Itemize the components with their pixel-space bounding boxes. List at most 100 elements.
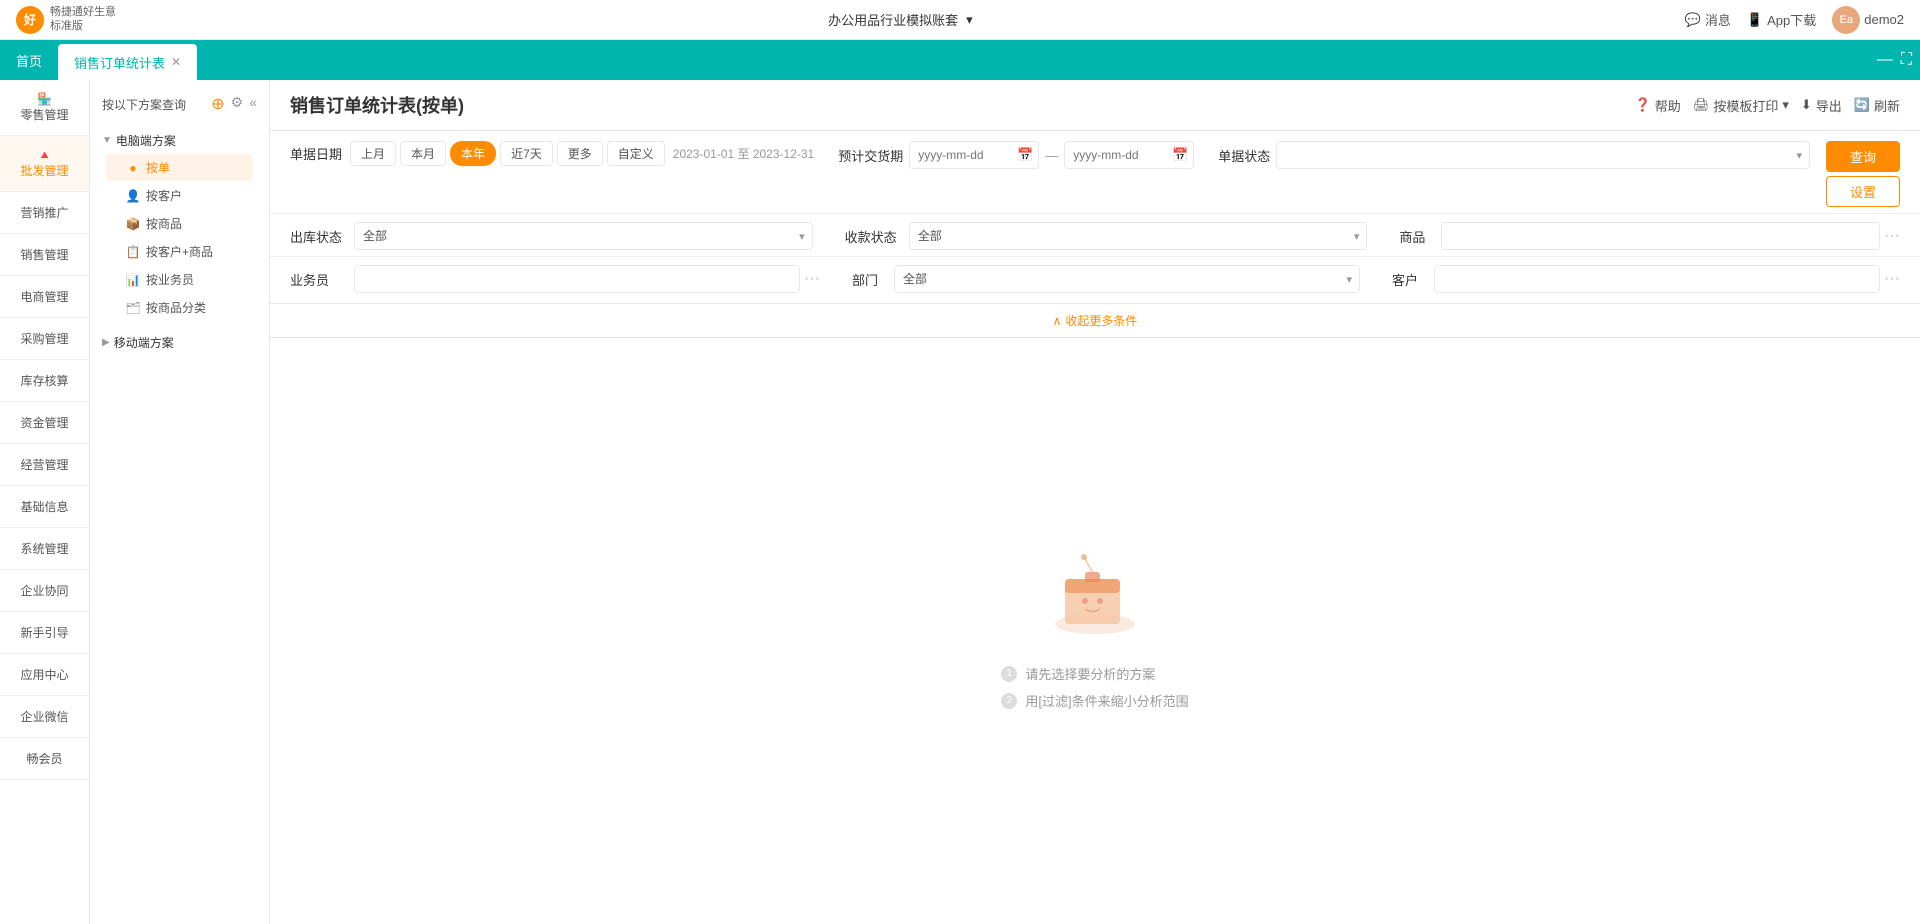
last-month-btn[interactable]: 上月 <box>350 141 396 166</box>
settings-btn[interactable]: 设置 <box>1826 176 1900 207</box>
page-title: 销售订单统计表(按单) <box>290 92 464 118</box>
product-dots-btn[interactable]: ··· <box>1884 227 1900 245</box>
delivery-status-label: 出库状态 <box>290 227 342 246</box>
tab-sales-order-stat[interactable]: 销售订单统计表 ✕ <box>58 44 197 80</box>
date-buttons: 上月 本月 本年 近7天 更多 自定义 <box>350 141 665 166</box>
page-header: 销售订单统计表(按单) ❓ 帮助 🖨 按模板打印 ▾ ⬇ 导出 <box>270 80 1920 131</box>
this-month-btn[interactable]: 本月 <box>400 141 446 166</box>
export-btn[interactable]: ⬇ 导出 <box>1801 96 1842 115</box>
collapse-panel-btn[interactable]: « <box>249 94 257 114</box>
sidebar-item-operation[interactable]: 经营管理 <box>0 444 89 486</box>
salesperson-dots-btn[interactable]: ··· <box>804 270 820 288</box>
sidebar-item-retail[interactable]: 🏪 零售管理 <box>0 80 89 136</box>
department-label: 部门 <box>852 270 882 289</box>
workspace-selector[interactable]: 办公用品行业模拟账套 ▾ <box>828 10 973 29</box>
sidebar-item-enterprise[interactable]: 企业协同 <box>0 570 89 612</box>
expected-date-label: 预计交货期 <box>838 146 903 165</box>
top-bar-right: 💬 消息 📱 App下载 Ea demo2 <box>1685 6 1904 34</box>
expected-start-input[interactable] <box>909 141 1039 169</box>
download-icon: 📱 <box>1747 12 1763 28</box>
print-chevron-icon: ▾ <box>1782 97 1789 113</box>
sidebar-item-purchase[interactable]: 采购管理 <box>0 318 89 360</box>
print-btn[interactable]: 🖨 按模板打印 ▾ <box>1693 96 1789 115</box>
mobile-group-title[interactable]: ▶ 移动端方案 <box>102 330 257 355</box>
empty-illustration <box>1035 544 1155 644</box>
sidebar-item-newbie[interactable]: 新手引导 <box>0 612 89 654</box>
collapse-bar[interactable]: ∧ 收起更多条件 <box>270 304 1920 338</box>
custom-btn[interactable]: 自定义 <box>607 141 665 166</box>
doc-date-label: 单据日期 <box>290 144 342 163</box>
action-btns: 查询 设置 <box>1826 141 1900 207</box>
scheme-by-salesperson[interactable]: 📊 按业务员 <box>106 266 253 293</box>
salesperson-input[interactable] <box>354 265 800 293</box>
scheme-tree: ▼ 电脑端方案 ● 按单 👤 按客户 📦 按商品 <box>90 120 269 363</box>
payment-status-wrap: 全部 未收款 部分收款 已收款 <box>909 222 1368 250</box>
user-avatar-area[interactable]: Ea demo2 <box>1832 6 1904 34</box>
customer-dots-btn[interactable]: ··· <box>1884 270 1900 288</box>
chevron-down-icon: ▾ <box>966 12 973 28</box>
tab-close-icon[interactable]: ✕ <box>171 55 181 69</box>
app-download-btn[interactable]: 📱 App下载 <box>1747 10 1816 29</box>
sidebar-item-sales[interactable]: 销售管理 <box>0 234 89 276</box>
customer-input-wrap: ··· <box>1434 265 1900 293</box>
tab-minimize-btn[interactable]: — <box>1877 51 1893 69</box>
this-year-btn[interactable]: 本年 <box>450 141 496 166</box>
by-customer-icon: 👤 <box>126 189 140 203</box>
mobile-expand-icon: ▶ <box>102 337 110 348</box>
collapse-label: 收起更多条件 <box>1065 312 1137 329</box>
sidebar-item-app-center[interactable]: 应用中心 <box>0 654 89 696</box>
scheme-by-cust-prod[interactable]: 📋 按客户+商品 <box>106 238 253 265</box>
help-btn[interactable]: ❓ 帮助 <box>1635 96 1681 115</box>
sidebar-item-basic[interactable]: 基础信息 <box>0 486 89 528</box>
help-icon: ❓ <box>1635 97 1651 113</box>
print-icon: 🖨 <box>1693 97 1710 113</box>
logo-icon: 好 <box>16 6 44 34</box>
scheme-by-product[interactable]: 📦 按商品 <box>106 210 253 237</box>
empty-state: 1 请先选择要分析的方案 2 用[过滤]条件来缩小分析范围 <box>270 338 1920 924</box>
payment-status-select[interactable]: 全部 未收款 部分收款 已收款 <box>909 222 1368 250</box>
add-scheme-btn[interactable]: ⊕ <box>211 94 224 114</box>
export-icon: ⬇ <box>1801 97 1812 113</box>
delivery-status-select[interactable]: 全部 未出库 部分出库 已出库 <box>354 222 813 250</box>
scheme-by-order[interactable]: ● 按单 <box>106 154 253 181</box>
sidebar-item-wechat[interactable]: 企业微信 <box>0 696 89 738</box>
logo-text: 畅捷通好生意 标准版 <box>50 6 116 32</box>
message-btn[interactable]: 💬 消息 <box>1685 10 1731 29</box>
customer-label: 客户 <box>1392 270 1422 289</box>
refresh-btn[interactable]: 🔄 刷新 <box>1854 96 1900 115</box>
sidebar-item-system[interactable]: 系统管理 <box>0 528 89 570</box>
by-cust-prod-icon: 📋 <box>126 245 140 259</box>
sidebar-item-member[interactable]: 畅会员 <box>0 738 89 780</box>
product-input-wrap: ··· <box>1441 222 1900 250</box>
pc-group-title[interactable]: ▼ 电脑端方案 <box>102 128 257 153</box>
last-7-days-btn[interactable]: 近7天 <box>500 141 553 166</box>
sidebar-item-wholesale[interactable]: 🔺 批发管理 <box>0 136 89 192</box>
left-panel-title: 按以下方案查询 <box>102 96 186 113</box>
main-content: 销售订单统计表(按单) ❓ 帮助 🖨 按模板打印 ▾ ⬇ 导出 <box>270 80 1920 924</box>
query-btn[interactable]: 查询 <box>1826 141 1900 172</box>
logo-area: 好 畅捷通好生意 标准版 <box>16 6 116 34</box>
scheme-by-customer[interactable]: 👤 按客户 <box>106 182 253 209</box>
empty-hint-2: 2 用[过滤]条件来缩小分析范围 <box>1001 691 1188 710</box>
sidebar-item-marketing[interactable]: 营销推广 <box>0 192 89 234</box>
doc-status-select[interactable]: 全部 草稿 审核中 已审核 <box>1276 141 1810 169</box>
tab-home[interactable]: 首页 <box>0 40 58 80</box>
by-order-icon: ● <box>126 161 140 175</box>
scheme-by-product-cat[interactable]: 🗂 按商品分类 <box>106 294 253 321</box>
settings-scheme-btn[interactable]: ⚙ <box>231 94 244 114</box>
mobile-scheme-group: ▶ 移动端方案 <box>90 326 269 359</box>
content-area: 按以下方案查询 ⊕ ⚙ « ▼ 电脑端方案 ● 按单 <box>90 80 1920 924</box>
more-btn[interactable]: 更多 <box>557 141 603 166</box>
message-icon: 💬 <box>1685 12 1701 28</box>
product-label: 商品 <box>1399 227 1429 246</box>
main-layout: 🏪 零售管理 🔺 批发管理 营销推广 销售管理 电商管理 采购管理 库存核算 资… <box>0 80 1920 924</box>
sidebar-item-finance[interactable]: 资金管理 <box>0 402 89 444</box>
sidebar-item-inventory[interactable]: 库存核算 <box>0 360 89 402</box>
department-select[interactable]: 全部 <box>894 265 1360 293</box>
sidebar-item-ecom[interactable]: 电商管理 <box>0 276 89 318</box>
expected-end-input[interactable] <box>1064 141 1194 169</box>
department-select-wrap: 全部 <box>894 265 1360 293</box>
tab-maximize-btn[interactable]: ⛶ <box>1901 51 1912 69</box>
product-input[interactable] <box>1441 222 1880 250</box>
customer-input[interactable] <box>1434 265 1880 293</box>
